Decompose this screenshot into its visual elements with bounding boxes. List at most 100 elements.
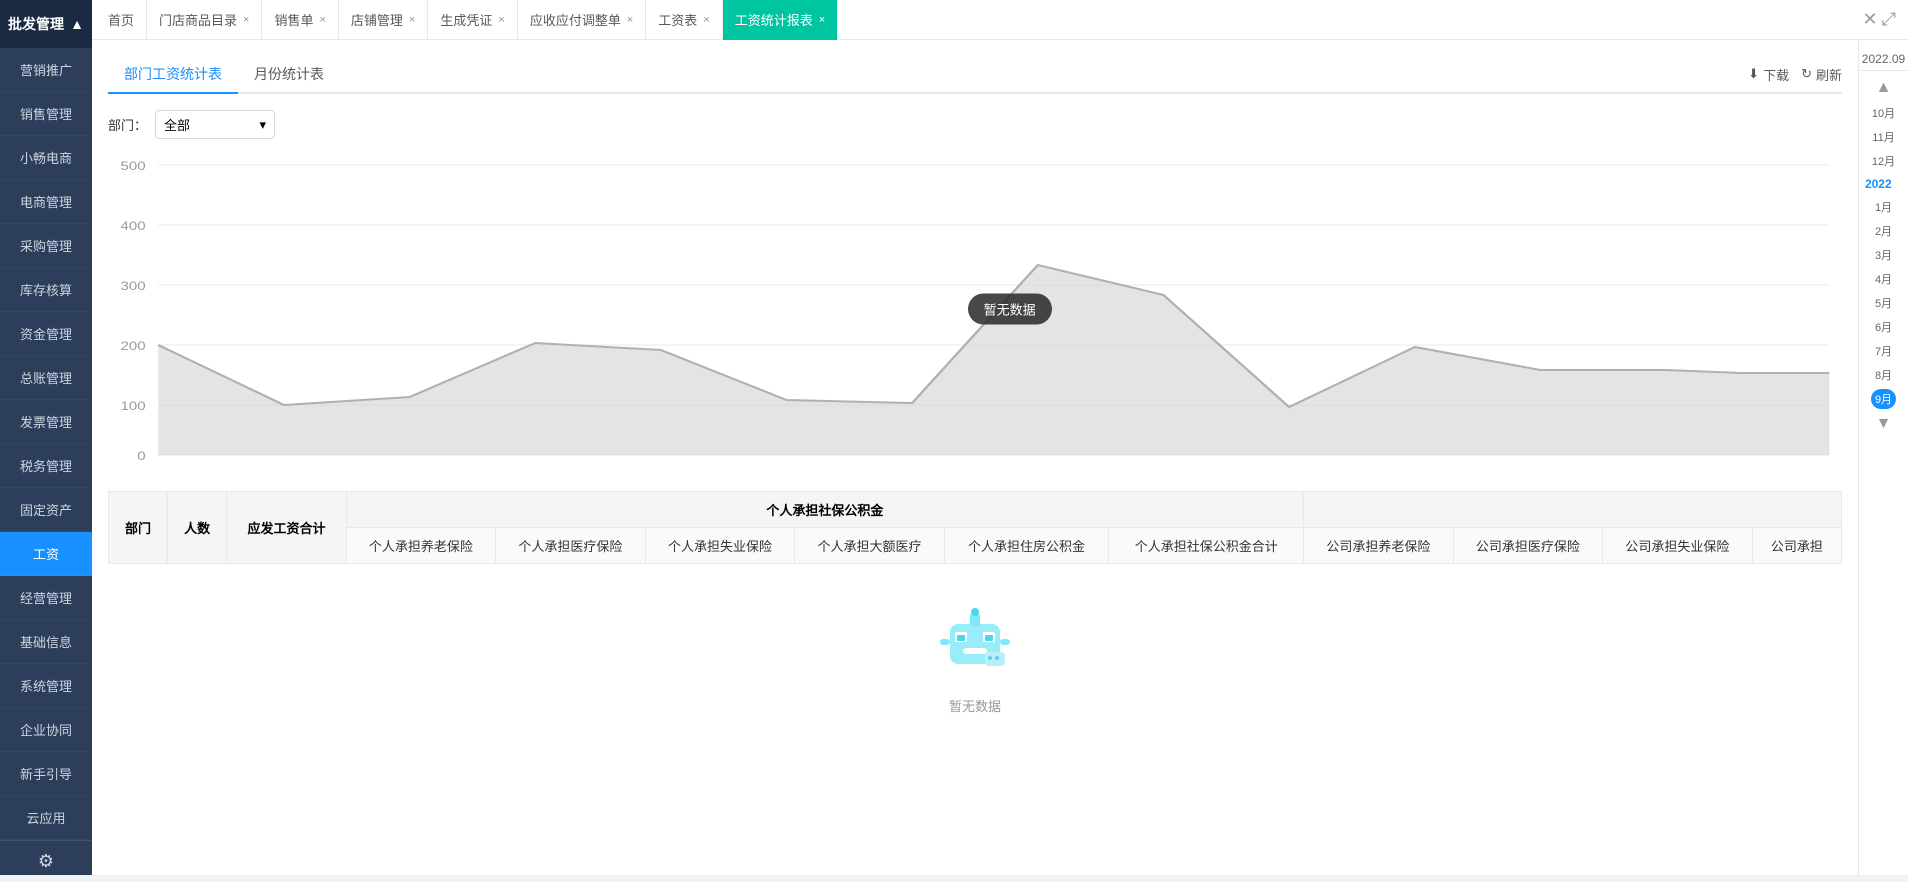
sidebar-item-sales[interactable]: 销售管理 — [0, 92, 92, 136]
sub-tab-dept-stats[interactable]: 部门工资统计表 — [108, 56, 238, 94]
tab-label-production-cert: 生成凭证 — [440, 10, 492, 29]
timeline-item-5[interactable]: 5月 — [1865, 291, 1902, 315]
tab-close-salary-report[interactable]: × — [819, 14, 825, 26]
th-company-pension: 公司承担养老保险 — [1304, 528, 1454, 564]
sidebar-header[interactable]: 批发管理 ▲ — [0, 0, 92, 48]
tab-label-store-mgmt: 店铺管理 — [351, 10, 403, 29]
tab-salary-table[interactable]: 工资表 × — [646, 0, 722, 40]
timeline-up-icon[interactable]: ▲ — [1872, 75, 1896, 101]
timeline-item-3[interactable]: 3月 — [1865, 243, 1902, 267]
th-personal-major-medical: 个人承担大额医疗 — [795, 528, 945, 564]
download-button[interactable]: ⬇ 下载 — [1748, 65, 1789, 84]
timeline-item-2[interactable]: 2月 — [1865, 219, 1902, 243]
timeline-sidebar: 2022.09 ▲ 10月11月12月20221月2月3月4月5月6月7月8月9… — [1858, 40, 1908, 875]
table-scroll[interactable]: 部门 人数 应发工资合计 个人承担社保公积金 个人承担养老保险 个人承担医疗保险… — [108, 491, 1842, 755]
tab-close-sales-order[interactable]: × — [319, 14, 325, 26]
expand-icon[interactable]: ⤢ — [1882, 9, 1896, 30]
timeline-item-8[interactable]: 8月 — [1865, 363, 1902, 387]
timeline-item-7[interactable]: 7月 — [1865, 339, 1902, 363]
th-company-unemployment: 公司承担失业保险 — [1603, 528, 1753, 564]
th-personal-total: 个人承担社保公积金合计 — [1109, 528, 1304, 564]
tab-bar: 首页门店商品目录×销售单×店铺管理×生成凭证×应收应付调整单×工资表×工资统计报… — [92, 0, 1908, 40]
timeline-item-11[interactable]: 11月 — [1865, 125, 1902, 149]
tab-close-ar-adjustment[interactable]: × — [627, 14, 633, 26]
sidebar-item-marketing[interactable]: 营销推广 — [0, 48, 92, 92]
sidebar-item-salary[interactable]: 工资 — [0, 532, 92, 576]
tab-label-store-catalog: 门店商品目录 — [159, 10, 237, 29]
timeline-item-1[interactable]: 1月 — [1865, 195, 1902, 219]
svg-text:200: 200 — [121, 339, 147, 352]
th-personal-pension: 个人承担养老保险 — [346, 528, 496, 564]
timeline-item-12[interactable]: 12月 — [1865, 149, 1902, 173]
tab-bar-actions: ✕ ⤢ — [1859, 9, 1905, 30]
sidebar-item-purchase[interactable]: 采购管理 — [0, 224, 92, 268]
th-total-salary: 应发工资合计 — [227, 492, 346, 564]
page-content: 部门工资统计表月份统计表 ⬇ 下载 ↻ 刷新 部门： — [92, 40, 1858, 875]
refresh-icon: ↻ — [1801, 66, 1812, 82]
sidebar-item-ecommerce-small[interactable]: 小畅电商 — [0, 136, 92, 180]
th-personal-unemployment: 个人承担失业保险 — [645, 528, 795, 564]
sidebar-item-operations[interactable]: 经营管理 — [0, 576, 92, 620]
th-personal-housing-fund: 个人承担住房公积金 — [944, 528, 1109, 564]
tab-ar-adjustment[interactable]: 应收应付调整单 × — [518, 0, 646, 40]
timeline-header: 2022.09 — [1859, 48, 1908, 71]
tab-label-ar-adjustment: 应收应付调整单 — [530, 10, 621, 29]
dept-select[interactable]: 全部 ▾ — [155, 110, 275, 139]
main-area: 首页门店商品目录×销售单×店铺管理×生成凭证×应收应付调整单×工资表×工资统计报… — [92, 0, 1908, 875]
sidebar-item-ecommerce[interactable]: 电商管理 — [0, 180, 92, 224]
sidebar-item-tax[interactable]: 税务管理 — [0, 444, 92, 488]
svg-text:300: 300 — [121, 279, 147, 292]
chevron-down-icon: ▾ — [259, 117, 266, 133]
timeline-down-icon[interactable]: ▼ — [1872, 411, 1896, 437]
empty-text: 暂无数据 — [949, 696, 1001, 715]
table-group-header-row: 部门 人数 应发工资合计 个人承担社保公积金 — [109, 492, 1842, 528]
sidebar-item-ledger[interactable]: 总账管理 — [0, 356, 92, 400]
svg-text:400: 400 — [121, 219, 147, 232]
sidebar-item-assets[interactable]: 固定资产 — [0, 488, 92, 532]
gear-icon[interactable]: ⚙ — [38, 851, 54, 872]
sidebar-item-guide[interactable]: 新手引导 — [0, 752, 92, 796]
timeline-item-6[interactable]: 6月 — [1865, 315, 1902, 339]
th-personal-medical: 个人承担医疗保险 — [496, 528, 646, 564]
toolbar-right: ⬇ 下载 ↻ 刷新 — [1748, 65, 1842, 84]
download-icon: ⬇ — [1748, 66, 1759, 82]
th-company-social — [1304, 492, 1842, 528]
content-area: 部门工资统计表月份统计表 ⬇ 下载 ↻ 刷新 部门： — [92, 40, 1908, 875]
empty-state: 暂无数据 — [109, 564, 1842, 755]
tab-label-salary-table: 工资表 — [658, 10, 697, 29]
chart-no-data-tooltip: 暂无数据 — [968, 293, 1052, 324]
tab-store-mgmt[interactable]: 店铺管理 × — [339, 0, 428, 40]
dept-label: 部门： — [108, 115, 147, 134]
sidebar-item-finance[interactable]: 资金管理 — [0, 312, 92, 356]
sub-tab-month-stats[interactable]: 月份统计表 — [238, 56, 340, 94]
sidebar-title: 批发管理 — [8, 14, 64, 34]
tab-close-store-mgmt[interactable]: × — [409, 14, 415, 26]
svg-text:100: 100 — [121, 399, 147, 412]
refresh-button[interactable]: ↻ 刷新 — [1801, 65, 1842, 84]
tab-sales-order[interactable]: 销售单 × — [262, 0, 338, 40]
sidebar-item-inventory[interactable]: 库存核算 — [0, 268, 92, 312]
data-table: 部门 人数 应发工资合计 个人承担社保公积金 个人承担养老保险 个人承担医疗保险… — [108, 491, 1842, 755]
tab-salary-report[interactable]: 工资统计报表× — [723, 0, 838, 40]
tab-store-catalog[interactable]: 门店商品目录 × — [147, 0, 262, 40]
tab-home[interactable]: 首页 — [96, 0, 147, 40]
timeline-item-4[interactable]: 4月 — [1865, 267, 1902, 291]
timeline-year[interactable]: 2022 — [1865, 173, 1902, 195]
tab-close-store-catalog[interactable]: × — [243, 14, 249, 26]
tab-label-sales-order: 销售单 — [274, 10, 313, 29]
sidebar-item-cloud[interactable]: 云应用 — [0, 796, 92, 840]
tab-close-production-cert[interactable]: × — [498, 14, 504, 26]
th-count: 人数 — [168, 492, 227, 564]
timeline-item-9[interactable]: 9月 — [1871, 389, 1896, 409]
tab-production-cert[interactable]: 生成凭证 × — [428, 0, 517, 40]
table-empty-row: 暂无数据 — [109, 564, 1842, 756]
chart-container: 500 400 300 200 100 0 — [108, 155, 1842, 475]
sidebar-item-enterprise[interactable]: 企业协同 — [0, 708, 92, 752]
tab-close-salary-table[interactable]: × — [703, 14, 709, 26]
sidebar-item-system[interactable]: 系统管理 — [0, 664, 92, 708]
timeline-item-10[interactable]: 10月 — [1865, 101, 1902, 125]
th-dept: 部门 — [109, 492, 168, 564]
sidebar-item-invoice[interactable]: 发票管理 — [0, 400, 92, 444]
sidebar-item-basic[interactable]: 基础信息 — [0, 620, 92, 664]
close-icon[interactable]: ✕ — [1863, 9, 1878, 30]
